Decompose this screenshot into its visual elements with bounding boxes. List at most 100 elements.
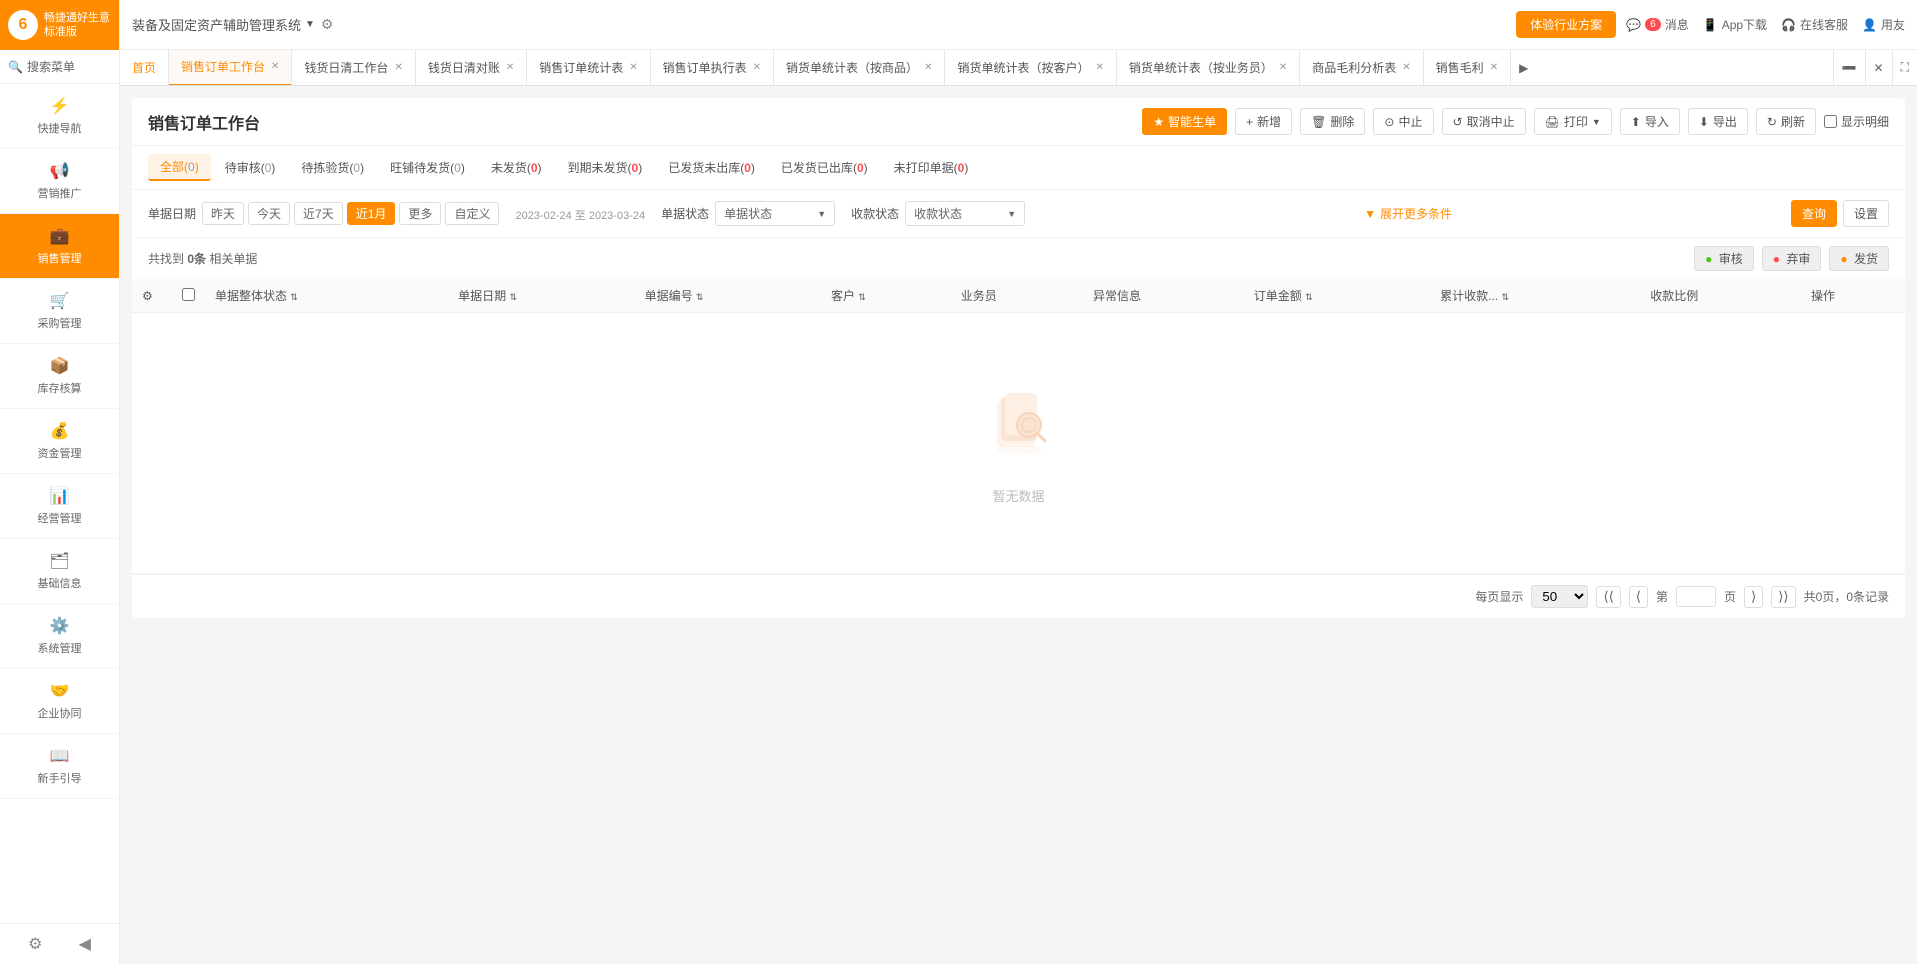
tab-home[interactable]: 首页 <box>120 50 169 86</box>
tab-close-gross-profit[interactable]: ✕ <box>1402 62 1410 73</box>
trial-btn[interactable]: 体验行业方案 <box>1516 11 1616 38</box>
col-settings[interactable]: ⚙ <box>132 279 172 313</box>
subtab-shipped-not-out[interactable]: 已发货未出库(0) <box>656 155 767 180</box>
system-title-dropdown[interactable]: 装备及固定资产辅助管理系统 ▼ <box>132 15 315 34</box>
new-btn[interactable]: + 新增 <box>1235 108 1292 135</box>
tab-close-cargo-customer[interactable]: ✕ <box>1095 62 1103 73</box>
sidebar-item-purchase[interactable]: 🛒 采购管理 <box>0 279 119 344</box>
sidebar-item-guide[interactable]: 📖 新手引导 <box>0 734 119 799</box>
page-prev-btn[interactable]: ⟨ <box>1629 586 1648 608</box>
topbar-gear-icon[interactable]: ⚙ <box>321 16 334 33</box>
online-service-btn[interactable]: 🎧 在线客服 <box>1781 16 1848 33</box>
sidebar-item-operations[interactable]: 📊 经营管理 <box>0 474 119 539</box>
page-first-btn[interactable]: ⟨⟨ <box>1596 586 1620 608</box>
user-btn[interactable]: 👤 用友 <box>1862 16 1905 33</box>
date-custom[interactable]: 自定义 <box>445 202 499 225</box>
col-collected[interactable]: 累计收款... ⇅ <box>1430 279 1640 313</box>
export-btn[interactable]: ⬇ 导出 <box>1688 108 1748 135</box>
sidebar-item-system[interactable]: ⚙️ 系统管理 <box>0 604 119 669</box>
tab-close-sales-gross[interactable]: ✕ <box>1490 62 1498 73</box>
print-btn[interactable]: 🖨 打印 ▼ <box>1534 108 1612 135</box>
filter-settings-btn[interactable]: 设置 <box>1843 200 1889 227</box>
cancel-stop-btn[interactable]: ↺ 取消中止 <box>1442 108 1526 135</box>
show-detail-checkbox[interactable] <box>1824 115 1837 128</box>
tab-close-cash-reconcile[interactable]: ✕ <box>506 62 514 73</box>
subtab-all[interactable]: 全部(0) <box>148 154 211 181</box>
col-status[interactable]: 单据整体状态 ⇅ <box>205 279 448 313</box>
refresh-btn[interactable]: ↻ 刷新 <box>1756 108 1816 135</box>
subtab-pending-inspect[interactable]: 待拣验货(0) <box>289 155 376 180</box>
stop-btn[interactable]: ⊙ 中止 <box>1373 108 1433 135</box>
tab-expand-btn[interactable]: ⛶ <box>1892 50 1917 86</box>
sidebar-item-quick-nav[interactable]: ⚡ 快捷导航 <box>0 84 119 149</box>
subtab-not-printed[interactable]: 未打印单据(0) <box>882 155 981 180</box>
tab-close-sales-exec[interactable]: ✕ <box>753 62 761 73</box>
tab-close-cargo-product[interactable]: ✕ <box>924 62 932 73</box>
tab-sales-stat[interactable]: 销售订单统计表 ✕ <box>527 50 650 86</box>
import-btn[interactable]: ⬆ 导入 <box>1620 108 1680 135</box>
sidebar-item-enterprise[interactable]: 🤝 企业协同 <box>0 669 119 734</box>
export-icon: ⬇ <box>1699 115 1709 129</box>
search-menu[interactable]: 🔍 搜索菜单 <box>0 50 119 84</box>
date-yesterday[interactable]: 昨天 <box>202 202 244 225</box>
col-customer[interactable]: 客户 ⇅ <box>821 279 951 313</box>
payment-select[interactable]: 收款状态 ▼ <box>905 201 1025 226</box>
tab-cargo-stat-customer[interactable]: 销货单统计表（按客户） ✕ <box>945 50 1116 86</box>
select-all-checkbox[interactable] <box>182 288 195 301</box>
page-last-btn[interactable]: ⟩⟩ <box>1771 586 1795 608</box>
settings-icon[interactable]: ⚙ <box>28 934 42 954</box>
smart-create-btn[interactable]: ★ 智能生单 <box>1142 108 1227 135</box>
tab-more-btn[interactable]: ▶ <box>1511 61 1536 75</box>
tab-close-all-btn[interactable]: ✕ <box>1865 50 1892 86</box>
date-more[interactable]: 更多 <box>399 202 441 225</box>
tab-close-cash-daily[interactable]: ✕ <box>394 62 402 73</box>
sidebar-item-inventory[interactable]: 📦 库存核算 <box>0 344 119 409</box>
subtab-wangpu[interactable]: 旺铺待发货(0) <box>378 155 477 180</box>
col-date[interactable]: 单据日期 ⇅ <box>448 279 634 313</box>
cancel-review-btn[interactable]: ● 弃审 <box>1762 246 1822 271</box>
col-checkbox[interactable] <box>172 279 205 313</box>
import-icon: ⬆ <box>1631 115 1641 129</box>
tab-close-sales-workbench[interactable]: ✕ <box>271 61 279 72</box>
page-size-select[interactable]: 50 20 100 <box>1531 585 1588 608</box>
col-number[interactable]: 单据编号 ⇅ <box>635 279 821 313</box>
folder-icon: 🗂 <box>49 551 69 571</box>
delete-btn[interactable]: 🗑 删除 <box>1300 108 1365 135</box>
tab-sales-exec[interactable]: 销售订单执行表 ✕ <box>651 50 774 86</box>
subtab-shipped-out[interactable]: 已发货已出库(0) <box>769 155 880 180</box>
tab-cash-daily[interactable]: 钱货日清工作台 ✕ <box>292 50 415 86</box>
subtab-pending-review[interactable]: 待审核(0) <box>213 155 288 180</box>
tab-close-cargo-staff[interactable]: ✕ <box>1279 62 1287 73</box>
tab-cash-reconcile[interactable]: 钱货日清对账 ✕ <box>416 50 527 86</box>
tab-minus-btn[interactable]: ➖ <box>1833 50 1865 86</box>
tab-sales-workbench[interactable]: 销售订单工作台 ✕ <box>169 50 292 86</box>
sidebar-item-sales[interactable]: 💼 销售管理 <box>0 214 119 279</box>
collapse-icon[interactable]: ◀ <box>79 934 91 954</box>
expand-more-btn[interactable]: ▼ 展开更多条件 <box>1364 205 1452 222</box>
sidebar-item-marketing[interactable]: 📢 营销推广 <box>0 149 119 214</box>
page-next-btn[interactable]: ⟩ <box>1744 586 1763 608</box>
tab-cargo-stat-product[interactable]: 销货单统计表（按商品） ✕ <box>774 50 945 86</box>
date-today[interactable]: 今天 <box>248 202 290 225</box>
message-icon: 💬 <box>1626 18 1641 32</box>
subtab-not-shipped[interactable]: 未发货(0) <box>479 155 554 180</box>
col-ratio: 收款比例 <box>1640 279 1801 313</box>
message-btn[interactable]: 💬 6 消息 <box>1626 16 1689 33</box>
date-last7[interactable]: 近7天 <box>294 202 343 225</box>
tab-gross-profit[interactable]: 商品毛利分析表 ✕ <box>1300 50 1423 86</box>
status-select[interactable]: 单据状态 ▼ <box>715 201 835 226</box>
date-last1m[interactable]: 近1月 <box>347 202 396 225</box>
show-detail-label[interactable]: 显示明细 <box>1824 113 1889 130</box>
app-download-btn[interactable]: 📱 App下载 <box>1703 16 1767 33</box>
sidebar-item-finance[interactable]: 💰 资金管理 <box>0 409 119 474</box>
tab-sales-gross[interactable]: 销售毛利 ✕ <box>1424 50 1511 86</box>
ship-btn[interactable]: ● 发货 <box>1829 246 1889 271</box>
subtab-overdue-unshipped[interactable]: 到期未发货(0) <box>556 155 655 180</box>
col-amount[interactable]: 订单金额 ⇅ <box>1244 279 1430 313</box>
page-number-input[interactable]: 1 <box>1676 586 1716 607</box>
sidebar-item-base-info[interactable]: 🗂 基础信息 <box>0 539 119 604</box>
query-btn[interactable]: 查询 <box>1791 200 1837 227</box>
review-btn[interactable]: ● 审核 <box>1694 246 1754 271</box>
tab-cargo-stat-staff[interactable]: 销货单统计表（按业务员） ✕ <box>1117 50 1300 86</box>
tab-close-sales-stat[interactable]: ✕ <box>629 62 637 73</box>
